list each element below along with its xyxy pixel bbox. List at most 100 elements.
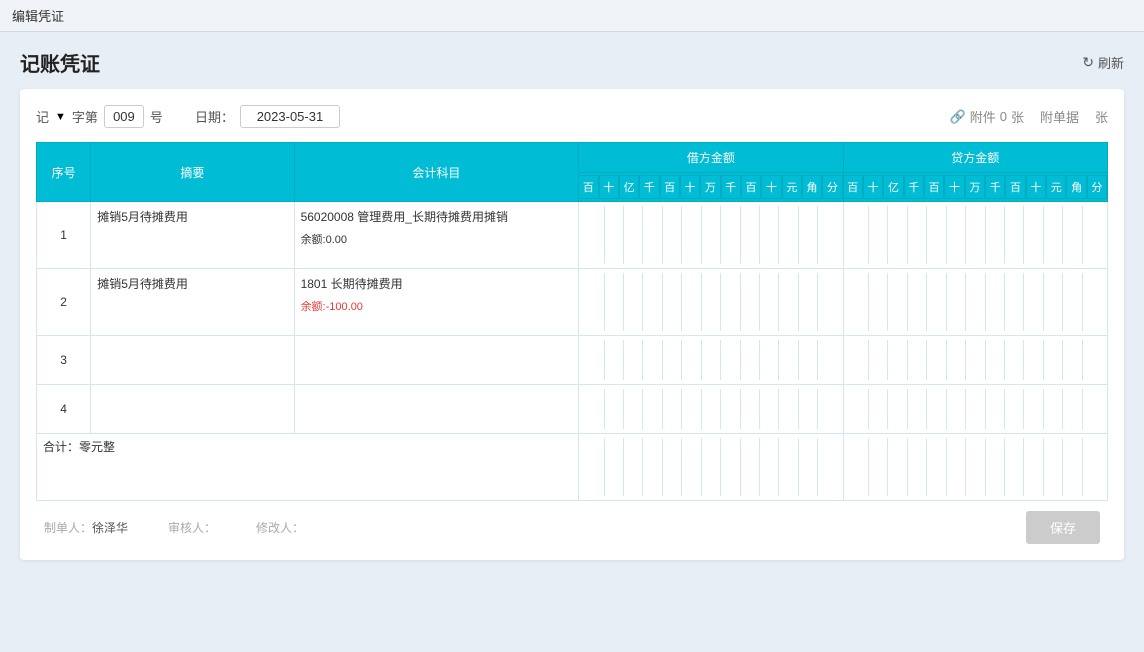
row-4-debit-13[interactable] — [818, 389, 836, 429]
row-4-credit-8[interactable] — [986, 389, 1005, 429]
row-1-credit-13[interactable] — [1083, 206, 1101, 264]
row-4-debit-8[interactable] — [721, 389, 740, 429]
row-3-credit-8[interactable] — [986, 340, 1005, 380]
row-1-credit-11[interactable] — [1044, 206, 1063, 264]
row-3-credit-3[interactable] — [888, 340, 907, 380]
row-1-credit-4[interactable] — [908, 206, 927, 264]
row-2-credit-2[interactable] — [869, 273, 888, 331]
row-3-debit-5[interactable] — [663, 340, 682, 380]
row-3-debit-10[interactable] — [760, 340, 779, 380]
row-4-credit-11[interactable] — [1044, 389, 1063, 429]
row-1-debit-7[interactable] — [702, 206, 721, 264]
row-1-debit-9[interactable] — [741, 206, 760, 264]
row-1-debit-8[interactable] — [721, 206, 740, 264]
row-2-debit-5[interactable] — [663, 273, 682, 331]
row-4-credit-13[interactable] — [1083, 389, 1101, 429]
row-3-debit-12[interactable] — [799, 340, 818, 380]
row-3-summary[interactable] — [91, 336, 294, 385]
row-1-debit-4[interactable] — [643, 206, 662, 264]
row-3-debit-7[interactable] — [702, 340, 721, 380]
attachment-link[interactable]: 🔗 附件 0 张 — [950, 107, 1024, 126]
row-1-debit-6[interactable] — [682, 206, 701, 264]
row-4-debit-3[interactable] — [624, 389, 643, 429]
row-3-credit-6[interactable] — [947, 340, 966, 380]
row-3-debit-13[interactable] — [818, 340, 836, 380]
row-4-credit-10[interactable] — [1024, 389, 1043, 429]
row-1-credit-3[interactable] — [888, 206, 907, 264]
row-3-credit-9[interactable] — [1005, 340, 1024, 380]
row-4-debit-11[interactable] — [779, 389, 798, 429]
row-2-debit[interactable] — [579, 269, 843, 336]
row-3-credit-12[interactable] — [1063, 340, 1082, 380]
row-1-debit-11[interactable] — [779, 206, 798, 264]
row-3-credit-13[interactable] — [1083, 340, 1101, 380]
row-2-credit-8[interactable] — [986, 273, 1005, 331]
row-4-debit[interactable] — [579, 385, 843, 434]
row-4-debit-7[interactable] — [702, 389, 721, 429]
row-3-credit[interactable] — [843, 336, 1107, 385]
row-3-debit-3[interactable] — [624, 340, 643, 380]
row-2-debit-10[interactable] — [760, 273, 779, 331]
row-2-credit-13[interactable] — [1083, 273, 1101, 331]
row-3-debit-11[interactable] — [779, 340, 798, 380]
row-1-credit-10[interactable] — [1024, 206, 1043, 264]
row-2-credit-10[interactable] — [1024, 273, 1043, 331]
row-1-credit-9[interactable] — [1005, 206, 1024, 264]
row-1-debit-2[interactable] — [605, 206, 624, 264]
save-button[interactable]: 保存 — [1026, 511, 1100, 544]
row-3-credit-4[interactable] — [908, 340, 927, 380]
row-4-summary[interactable] — [91, 385, 294, 434]
row-3-debit-4[interactable] — [643, 340, 662, 380]
row-1-credit-5[interactable] — [927, 206, 946, 264]
row-1-credit-1[interactable] — [850, 206, 869, 264]
table-row[interactable]: 2摊销5月待摊费用1801 长期待摊费用余额:-100.00 — [37, 269, 1108, 336]
row-4-debit-6[interactable] — [682, 389, 701, 429]
row-2-debit-9[interactable] — [741, 273, 760, 331]
row-1-debit-1[interactable] — [585, 206, 604, 264]
row-1-credit[interactable] — [843, 202, 1107, 269]
row-2-credit[interactable] — [843, 269, 1107, 336]
row-1-debit-12[interactable] — [799, 206, 818, 264]
row-1-debit[interactable] — [579, 202, 843, 269]
voucher-number[interactable]: 009 — [104, 105, 144, 128]
type-dropdown-icon[interactable]: ▼ — [55, 111, 66, 123]
row-3-debit[interactable] — [579, 336, 843, 385]
row-4-credit-4[interactable] — [908, 389, 927, 429]
row-2-debit-3[interactable] — [624, 273, 643, 331]
row-3-debit-6[interactable] — [682, 340, 701, 380]
row-2-account[interactable]: 1801 长期待摊费用余额:-100.00 — [294, 269, 579, 336]
row-2-debit-6[interactable] — [682, 273, 701, 331]
row-4-credit-5[interactable] — [927, 389, 946, 429]
row-2-debit-4[interactable] — [643, 273, 662, 331]
row-3-credit-11[interactable] — [1044, 340, 1063, 380]
row-4-credit-9[interactable] — [1005, 389, 1024, 429]
row-2-credit-5[interactable] — [927, 273, 946, 331]
row-1-credit-7[interactable] — [966, 206, 985, 264]
row-4-credit-7[interactable] — [966, 389, 985, 429]
row-4-debit-10[interactable] — [760, 389, 779, 429]
row-3-credit-7[interactable] — [966, 340, 985, 380]
row-4-debit-5[interactable] — [663, 389, 682, 429]
row-2-debit-13[interactable] — [818, 273, 836, 331]
row-1-summary[interactable]: 摊销5月待摊费用 — [91, 202, 294, 269]
row-1-account[interactable]: 56020008 管理费用_长期待摊费用摊销余额:0.00 — [294, 202, 579, 269]
row-4-debit-4[interactable] — [643, 389, 662, 429]
row-3-debit-8[interactable] — [721, 340, 740, 380]
row-1-credit-2[interactable] — [869, 206, 888, 264]
row-4-credit-3[interactable] — [888, 389, 907, 429]
row-3-debit-2[interactable] — [605, 340, 624, 380]
row-3-credit-10[interactable] — [1024, 340, 1043, 380]
row-3-credit-1[interactable] — [850, 340, 869, 380]
row-2-debit-7[interactable] — [702, 273, 721, 331]
row-2-credit-3[interactable] — [888, 273, 907, 331]
row-4-account[interactable] — [294, 385, 579, 434]
row-4-credit[interactable] — [843, 385, 1107, 434]
table-row[interactable]: 3 — [37, 336, 1108, 385]
row-2-credit-1[interactable] — [850, 273, 869, 331]
row-4-debit-1[interactable] — [585, 389, 604, 429]
row-1-credit-6[interactable] — [947, 206, 966, 264]
refresh-button[interactable]: ↻ 刷新 — [1082, 53, 1124, 72]
row-2-credit-7[interactable] — [966, 273, 985, 331]
row-2-credit-6[interactable] — [947, 273, 966, 331]
row-2-summary[interactable]: 摊销5月待摊费用 — [91, 269, 294, 336]
